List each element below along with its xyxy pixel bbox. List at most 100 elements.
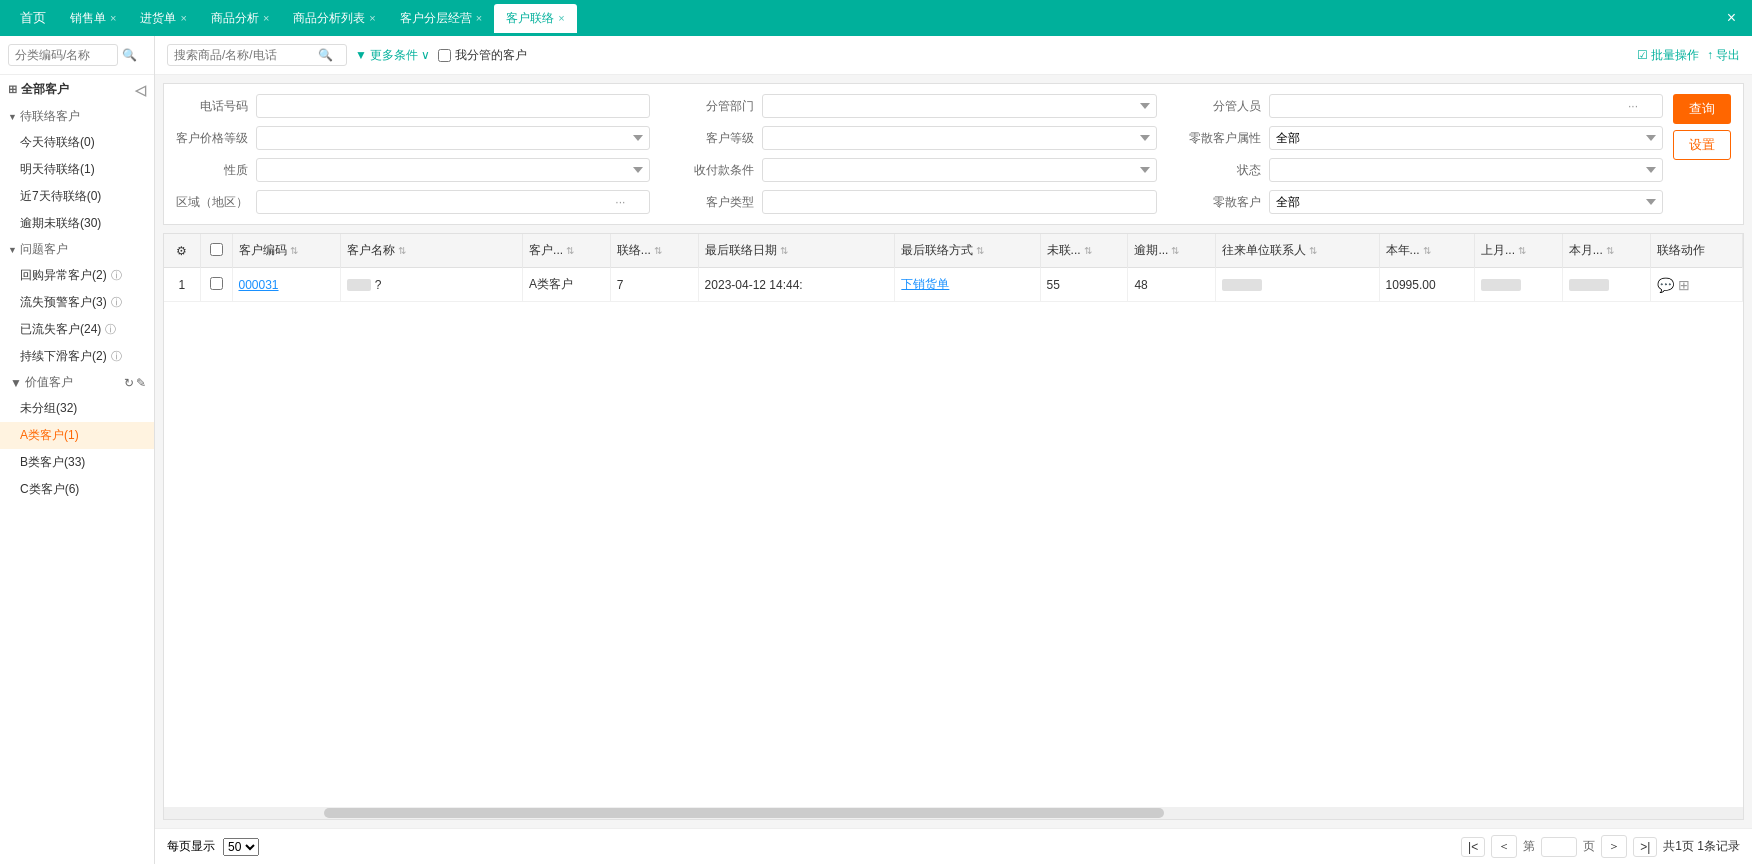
query-button[interactable]: 查询 xyxy=(1673,94,1731,124)
collapse-icon[interactable]: ◁ xyxy=(135,82,146,98)
sidebar-item-repurchase-abnormal[interactable]: 回购异常客户(2) ⓘ xyxy=(0,262,154,289)
customer-type-input[interactable] xyxy=(762,190,1156,214)
prev-page-button[interactable]: ＜ xyxy=(1491,835,1517,858)
sidebar-item-declining[interactable]: 持续下滑客户(2) ⓘ xyxy=(0,343,154,370)
edit-icon[interactable]: ✎ xyxy=(136,376,146,390)
customer-code-link[interactable]: 000031 xyxy=(239,278,279,292)
batch-operation-button[interactable]: ☑ 批量操作 xyxy=(1637,47,1699,64)
customer-level-select[interactable] xyxy=(762,126,1156,150)
nature-select[interactable] xyxy=(256,158,650,182)
filter-field-status: 状态 xyxy=(1189,158,1663,182)
close-icon[interactable]: × xyxy=(180,12,186,24)
next-page-button[interactable]: ＞ xyxy=(1601,835,1627,858)
sidebar-item-overdue[interactable]: 逾期未联络(30) xyxy=(0,210,154,237)
top-nav: 首页 销售单 × 进货单 × 商品分析 × 商品分析列表 × 客户分层经营 × … xyxy=(0,0,1752,36)
close-icon[interactable]: × xyxy=(558,12,564,24)
sidebar-item-ungrouped[interactable]: 未分组(32) xyxy=(0,395,154,422)
close-icon[interactable]: × xyxy=(110,12,116,24)
sidebar-item-a-class[interactable]: A类客户(1) xyxy=(0,422,154,449)
td-no-contact: 55 xyxy=(1040,268,1128,302)
sidebar-item-loss-warning[interactable]: 流失预警客户(3) ⓘ xyxy=(0,289,154,316)
close-icon[interactable]: × xyxy=(263,12,269,24)
sidebar-item-today[interactable]: 今天待联络(0) xyxy=(0,129,154,156)
triangle-icon: ▼ xyxy=(8,245,17,255)
sidebar-search-input[interactable] xyxy=(8,44,118,66)
horizontal-scrollbar[interactable] xyxy=(164,807,1743,819)
status-select[interactable] xyxy=(1269,158,1663,182)
export-button[interactable]: ↑ 导出 xyxy=(1707,47,1740,64)
triangle-icon: ▼ xyxy=(8,112,17,122)
sidebar: 🔍 ⊞ 全部客户 ◁ ▼ 待联络客户 今天待联络(0) 明天待联络(1) 近7天… xyxy=(0,36,155,864)
nature-label: 性质 xyxy=(176,162,256,179)
scatter-attr-select[interactable]: 全部 xyxy=(1269,126,1663,150)
dept-select[interactable] xyxy=(762,94,1156,118)
td-year-amount: 10995.00 xyxy=(1379,268,1474,302)
customer-level-label: 客户等级 xyxy=(682,130,762,147)
first-page-button[interactable]: |< xyxy=(1461,837,1485,857)
my-customers-check[interactable] xyxy=(438,49,451,62)
more-conditions-button[interactable]: ▼ 更多条件 ∨ xyxy=(355,47,430,64)
th-code: 客户编码 ⇅ xyxy=(232,234,341,268)
manager-more[interactable]: ··· xyxy=(1269,94,1663,118)
my-customers-checkbox[interactable]: 我分管的客户 xyxy=(438,47,527,64)
last-page-button[interactable]: >| xyxy=(1633,837,1657,857)
sort-icon: ⇅ xyxy=(1423,245,1431,256)
nav-tab-sales[interactable]: 销售单 × xyxy=(58,4,128,33)
scrollbar-thumb[interactable] xyxy=(324,808,1164,818)
th-last-month: 上月... ⇅ xyxy=(1475,234,1563,268)
sidebar-item-lost[interactable]: 已流失客户(24) ⓘ xyxy=(0,316,154,343)
close-icon[interactable]: × xyxy=(476,12,482,24)
th-name: 客户名称 ⇅ xyxy=(341,234,523,268)
th-this-month: 本月... ⇅ xyxy=(1562,234,1650,268)
sidebar-item-tomorrow[interactable]: 明天待联络(1) xyxy=(0,156,154,183)
filter-search-icon[interactable]: 🔍 xyxy=(318,48,333,62)
current-page-input[interactable]: 1 xyxy=(1541,837,1577,857)
filter-field-region: 区域（地区） ··· xyxy=(176,190,650,214)
nav-tab-product-analysis[interactable]: 商品分析 × xyxy=(199,4,281,33)
region-more[interactable]: ··· xyxy=(256,190,650,214)
th-overdue: 逾期... ⇅ xyxy=(1128,234,1216,268)
sidebar-item-7days[interactable]: 近7天待联络(0) xyxy=(0,183,154,210)
qr-icon[interactable]: ⊞ xyxy=(1678,277,1690,293)
phone-input[interactable] xyxy=(256,94,650,118)
setting-button[interactable]: 设置 xyxy=(1673,130,1731,160)
select-all-checkbox[interactable] xyxy=(210,243,223,256)
gear-icon[interactable]: ⚙ xyxy=(176,244,187,258)
nav-tab-purchase[interactable]: 进货单 × xyxy=(128,4,198,33)
nav-tab-customer-tier[interactable]: 客户分层经营 × xyxy=(388,4,494,33)
data-table-container: ⚙ 客户编码 ⇅ 客户名称 xyxy=(163,233,1744,820)
close-icon[interactable]: × xyxy=(369,12,375,24)
info-icon: ⓘ xyxy=(111,295,122,310)
sidebar-search-icon[interactable]: 🔍 xyxy=(122,48,137,62)
customer-type-label: 客户类型 xyxy=(682,194,762,211)
filter-search-box: 🔍 xyxy=(167,44,347,66)
per-page-select[interactable]: 50 xyxy=(223,838,259,856)
scatter-customer-select[interactable]: 全部 xyxy=(1269,190,1663,214)
price-level-select[interactable] xyxy=(256,126,650,150)
refresh-icon[interactable]: ↻ xyxy=(124,376,134,390)
row-checkbox[interactable] xyxy=(210,277,223,290)
close-all-button[interactable]: × xyxy=(1719,9,1744,27)
page-label: 第 xyxy=(1523,838,1535,855)
th-last-method: 最后联络方式 ⇅ xyxy=(895,234,1040,268)
filter-search-input[interactable] xyxy=(174,48,314,62)
manager-label: 分管人员 xyxy=(1189,98,1269,115)
nav-home[interactable]: 首页 xyxy=(8,3,58,33)
sidebar-all-customers[interactable]: ⊞ 全部客户 ◁ xyxy=(0,75,154,104)
table-header-row: ⚙ 客户编码 ⇅ 客户名称 xyxy=(164,234,1743,268)
sidebar-item-c-class[interactable]: C类客户(6) xyxy=(0,476,154,503)
chat-icon[interactable]: 💬 xyxy=(1657,277,1674,293)
td-actions: 💬 ⊞ xyxy=(1650,268,1742,302)
last-method-link[interactable]: 下销货单 xyxy=(901,277,949,291)
nav-tab-product-list[interactable]: 商品分析列表 × xyxy=(281,4,387,33)
nav-tab-customer-contact[interactable]: 客户联络 × xyxy=(494,4,576,33)
payment-select[interactable] xyxy=(762,158,1156,182)
sort-icon: ⇅ xyxy=(398,245,406,256)
td-code: 000031 xyxy=(232,268,341,302)
region-label: 区域（地区） xyxy=(176,194,256,211)
table-row: 1 000031 ? A类客户 xyxy=(164,268,1743,302)
td-this-month xyxy=(1562,268,1650,302)
sidebar-item-b-class[interactable]: B类客户(33) xyxy=(0,449,154,476)
total-pages-label: 页 xyxy=(1583,838,1595,855)
sidebar-group-problem: ▼ 问题客户 xyxy=(0,237,154,262)
